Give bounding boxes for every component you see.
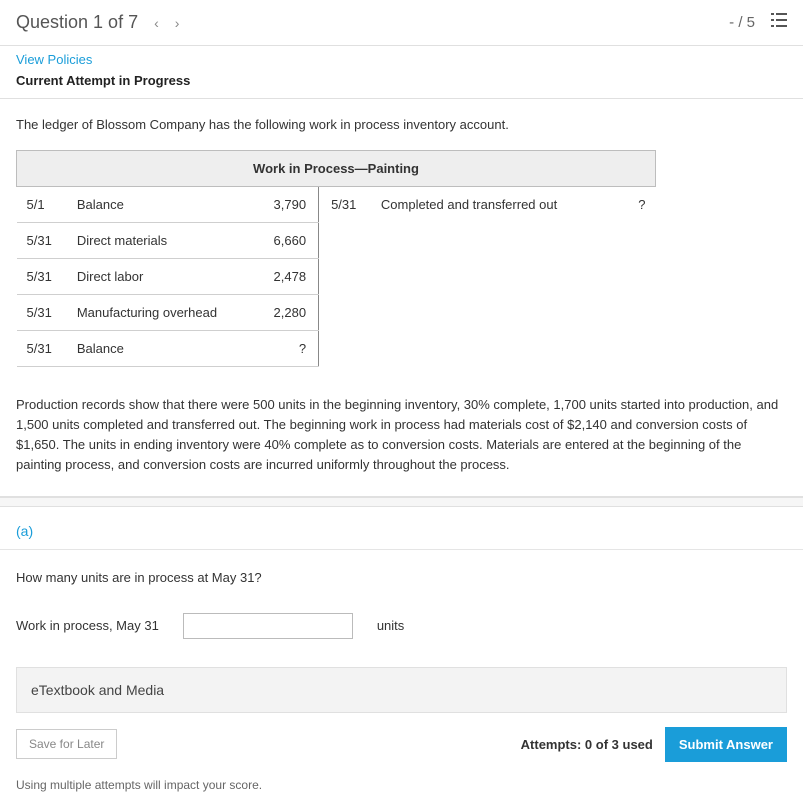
cell-empty <box>371 331 612 367</box>
cell-amount: 3,790 <box>253 187 319 223</box>
table-row: 5/1 Balance 3,790 5/31 Completed and tra… <box>17 187 656 223</box>
taccount-wrap: Work in Process—Painting 5/1 Balance 3,7… <box>16 150 787 367</box>
part-label: (a) <box>0 507 803 549</box>
table-row: 5/31 Balance ? <box>17 331 656 367</box>
cell-empty <box>319 259 371 295</box>
cell-date: 5/31 <box>17 295 67 331</box>
section-spacer <box>0 497 803 507</box>
view-policies-link[interactable]: View Policies <box>16 52 92 67</box>
answer-row: Work in process, May 31 units <box>16 613 787 639</box>
cell-amount: 2,478 <box>253 259 319 295</box>
cell-empty <box>612 331 656 367</box>
cell-empty <box>612 259 656 295</box>
cell-amount: 6,660 <box>253 223 319 259</box>
cell-date: 5/31 <box>17 331 67 367</box>
cell-empty <box>371 223 612 259</box>
impact-note: Using multiple attempts will impact your… <box>0 772 803 800</box>
question-content: The ledger of Blossom Company has the fo… <box>0 98 803 497</box>
submit-answer-button[interactable]: Submit Answer <box>665 727 787 762</box>
cell-amount: ? <box>253 331 319 367</box>
attempts-text: Attempts: 0 of 3 used <box>521 737 653 752</box>
cell-desc: Direct materials <box>67 223 253 259</box>
part-content: How many units are in process at May 31?… <box>0 549 803 772</box>
header-right: - / 5 <box>729 13 787 32</box>
answer-input[interactable] <box>183 613 353 639</box>
cell-empty <box>612 223 656 259</box>
table-row: 5/31 Direct labor 2,478 <box>17 259 656 295</box>
footer-row: Save for Later Attempts: 0 of 3 used Sub… <box>16 727 787 762</box>
next-question-icon[interactable]: › <box>175 15 180 31</box>
footer-right: Attempts: 0 of 3 used Submit Answer <box>521 727 787 762</box>
cell-date: 5/1 <box>17 187 67 223</box>
table-row: 5/31 Manufacturing overhead 2,280 <box>17 295 656 331</box>
header-left: Question 1 of 7 ‹ › <box>16 12 179 33</box>
answer-label: Work in process, May 31 <box>16 618 159 633</box>
taccount-title: Work in Process—Painting <box>17 151 656 187</box>
cell-empty <box>319 331 371 367</box>
cell-amount: 2,280 <box>253 295 319 331</box>
prev-question-icon[interactable]: ‹ <box>154 15 159 31</box>
answer-unit: units <box>377 618 404 633</box>
cell-empty <box>319 223 371 259</box>
meta-bar: View Policies Current Attempt in Progres… <box>0 46 803 98</box>
save-for-later-button[interactable]: Save for Later <box>16 729 117 759</box>
cell-desc: Completed and transferred out <box>371 187 612 223</box>
question-list-icon[interactable] <box>771 13 787 32</box>
cell-desc: Direct labor <box>67 259 253 295</box>
intro-text: The ledger of Blossom Company has the fo… <box>16 117 787 132</box>
cell-desc: Balance <box>67 187 253 223</box>
cell-desc: Balance <box>67 331 253 367</box>
score-display: - / 5 <box>729 14 755 31</box>
nav-arrows: ‹ › <box>154 15 179 31</box>
cell-empty <box>371 295 612 331</box>
table-row: 5/31 Direct materials 6,660 <box>17 223 656 259</box>
wip-taccount: Work in Process—Painting 5/1 Balance 3,7… <box>16 150 656 367</box>
cell-empty <box>612 295 656 331</box>
question-title: Question 1 of 7 <box>16 12 138 33</box>
part-question: How many units are in process at May 31? <box>16 570 787 585</box>
cell-date: 5/31 <box>319 187 371 223</box>
etextbook-link[interactable]: eTextbook and Media <box>16 667 787 713</box>
cell-empty <box>371 259 612 295</box>
cell-empty <box>319 295 371 331</box>
cell-desc: Manufacturing overhead <box>67 295 253 331</box>
body-text: Production records show that there were … <box>16 395 787 476</box>
attempt-status: Current Attempt in Progress <box>16 73 787 88</box>
cell-date: 5/31 <box>17 223 67 259</box>
cell-date: 5/31 <box>17 259 67 295</box>
question-header: Question 1 of 7 ‹ › - / 5 <box>0 0 803 46</box>
cell-amount: ? <box>612 187 656 223</box>
